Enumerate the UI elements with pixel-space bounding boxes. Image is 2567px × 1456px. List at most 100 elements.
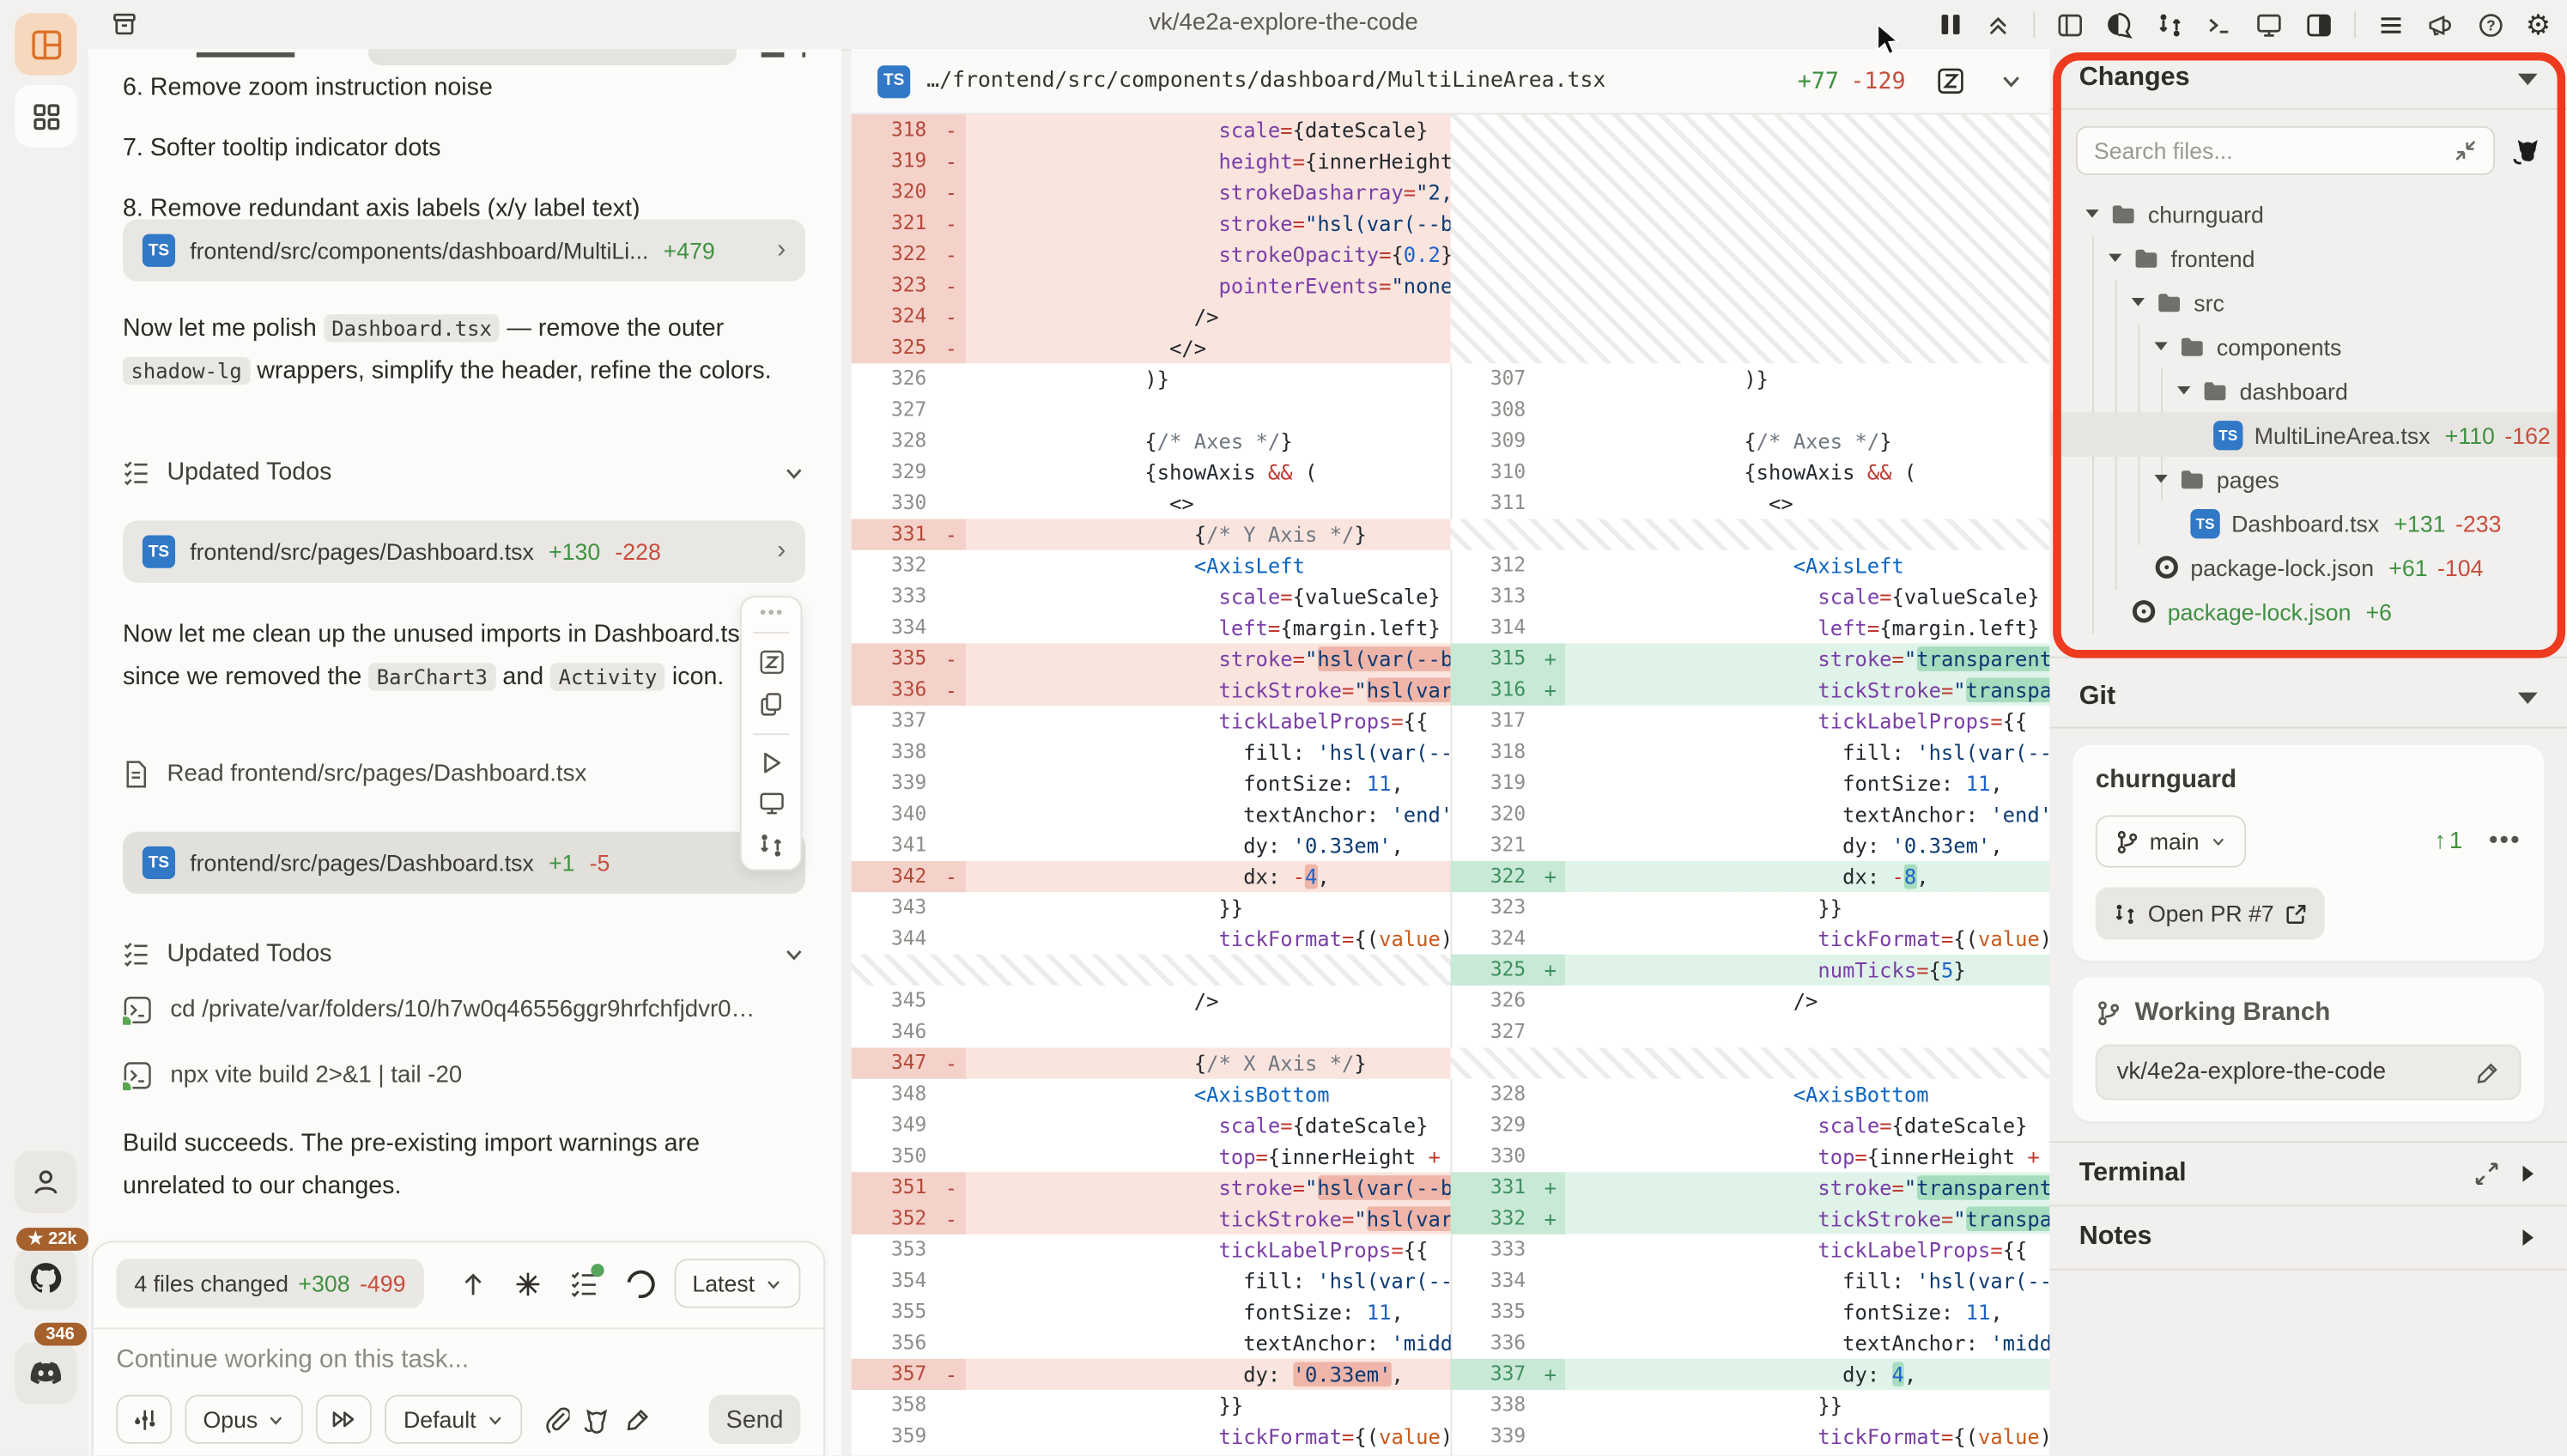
diff-line[interactable]: 335fontSize: 11,	[1451, 1296, 2050, 1327]
chevron-down-icon[interactable]	[782, 461, 805, 484]
contrast-bubble-icon[interactable]	[2105, 10, 2134, 38]
diff-line[interactable]: 357-dy: '0.33em',	[852, 1359, 1451, 1390]
diff-file-header[interactable]: TS …/frontend/src/components/dashboard/M…	[852, 49, 2050, 114]
open-pr-button[interactable]: Open PR #7	[2096, 888, 2325, 940]
monitor-icon[interactable]	[757, 791, 785, 817]
diff-line[interactable]: 329scale={dateScale}	[1451, 1110, 2050, 1141]
diff-line[interactable]: 312<AxisLeft	[1451, 550, 2050, 581]
diff-line[interactable]: 343}}	[852, 892, 1451, 923]
tree-file-package-lock.json[interactable]: package-lock.json+61-104	[2049, 545, 2567, 589]
diff-line[interactable]: 356textAnchor: 'middle',	[852, 1327, 1451, 1358]
diff-line[interactable]: 354fill: 'hsl(var(--muted-foreground))',	[852, 1265, 1451, 1296]
diff-line[interactable]: 318fill: 'hsl(var(--muted-foreground))',	[1451, 737, 2050, 767]
diff-line[interactable]: 341dy: '0.33em',	[852, 830, 1451, 861]
copy-icon[interactable]	[758, 691, 785, 719]
diff-line[interactable]: 340textAnchor: 'end',	[852, 799, 1451, 830]
terminal-icon[interactable]	[2205, 10, 2232, 38]
spark-icon[interactable]	[513, 1270, 541, 1297]
caret-down-icon[interactable]	[2132, 298, 2145, 306]
collapse-caret-icon[interactable]	[2518, 73, 2538, 84]
cat-icon[interactable]	[583, 1405, 610, 1433]
diff-line[interactable]: 348<AxisBottom	[852, 1079, 1451, 1110]
diff-view-icon[interactable]	[757, 648, 785, 676]
diff-line[interactable]: 328<AxisBottom	[1451, 1079, 2050, 1110]
diff-line[interactable]: 324-/>	[852, 301, 1451, 332]
diff-line[interactable]: 320textAnchor: 'end',	[1451, 799, 2050, 830]
diff-line[interactable]: 321-stroke="hsl(var(--border))"	[852, 208, 1451, 239]
search-files-input[interactable]: Search files...	[2076, 126, 2495, 175]
message-input[interactable]: Continue working on this task...	[116, 1345, 800, 1374]
diff-line[interactable]: 334left={margin.left}	[852, 612, 1451, 643]
diff-line[interactable]: 318-scale={dateScale}	[852, 114, 1451, 145]
diff-line[interactable]: 309{/* Axes */}	[1451, 426, 2050, 457]
tree-folder-frontend[interactable]: frontend	[2049, 236, 2567, 280]
diff-line[interactable]: 335-stroke="hsl(var(--border))"	[852, 643, 1451, 674]
diff-line[interactable]: 325-</>	[852, 332, 1451, 363]
diff-line[interactable]: 327	[1451, 1016, 2050, 1047]
tree-file-package-lock.json[interactable]: package-lock.json+6	[2049, 589, 2567, 633]
discord-button[interactable]	[15, 1343, 76, 1404]
caret-down-icon[interactable]	[2109, 254, 2121, 263]
diff-body[interactable]: 318-scale={dateScale}319-height={innerHe…	[852, 114, 2050, 1455]
diff-line[interactable]: 346	[852, 1016, 1451, 1047]
diff-line[interactable]: 315+stroke="transparent"	[1451, 643, 2050, 674]
megaphone-icon[interactable]	[2426, 10, 2455, 38]
git-compare-icon[interactable]	[758, 832, 785, 859]
updated-todos-row[interactable]: Updated Todos	[123, 940, 805, 968]
diff-line[interactable]: 326)}	[852, 363, 1451, 394]
version-dropdown[interactable]: Latest	[674, 1259, 800, 1307]
settings-sliders-button[interactable]	[116, 1395, 172, 1444]
collapse-diff-chevron-icon[interactable]	[1999, 69, 2024, 94]
diff-line[interactable]: 307)}	[1451, 363, 2050, 394]
gear-icon[interactable]: ⚙	[2526, 10, 2551, 38]
branch-dropdown[interactable]: main	[2096, 816, 2247, 868]
diff-line[interactable]: 322+dx: -8,	[1451, 861, 2050, 892]
diff-line[interactable]: 355fontSize: 11,	[852, 1296, 1451, 1327]
diff-line[interactable]: 319-height={innerHeight}	[852, 146, 1451, 177]
git-section-header[interactable]: Git	[2049, 668, 2567, 727]
diff-line[interactable]: 326/>	[1451, 986, 2050, 1016]
read-file-row[interactable]: Read frontend/src/pages/Dashboard.tsx	[123, 760, 805, 789]
terminal-command-row[interactable]: cd /private/var/folders/10/h7w0q46556ggr…	[123, 995, 805, 1024]
panel-right-filled-icon[interactable]	[2304, 10, 2332, 38]
caret-down-icon[interactable]	[2154, 475, 2167, 483]
tree-folder-churnguard[interactable]: churnguard	[2049, 191, 2567, 235]
diff-line[interactable]: 317tickLabelProps={{	[1451, 706, 2050, 737]
scroll-up-icon[interactable]	[459, 1270, 486, 1297]
attach-icon[interactable]	[545, 1405, 570, 1433]
file-change-chip-dashboard-2[interactable]: TS frontend/src/pages/Dashboard.tsx +1 -…	[123, 832, 805, 894]
collapse-caret-icon[interactable]	[2518, 692, 2538, 703]
diff-line[interactable]: 320-strokeDasharray="2,4"	[852, 177, 1451, 208]
diff-line[interactable]: 342-dx: -4,	[852, 861, 1451, 892]
diff-line[interactable]: 323}}	[1451, 892, 2050, 923]
diff-line[interactable]: 344tickFormat={(value)	[852, 923, 1451, 954]
git-compare-icon[interactable]	[2156, 10, 2183, 38]
diff-line[interactable]: 337tickLabelProps={{	[852, 706, 1451, 737]
diff-line[interactable]: 332<AxisLeft	[852, 550, 1451, 581]
more-options-icon[interactable]	[758, 607, 785, 616]
expand-icon[interactable]	[2475, 1162, 2498, 1186]
diff-line[interactable]: 353tickLabelProps={{	[852, 1235, 1451, 1265]
diff-view-toggle-icon[interactable]	[1935, 65, 1966, 96]
tree-folder-components[interactable]: components	[2049, 325, 2567, 368]
send-button[interactable]: Send	[709, 1395, 801, 1444]
monitor-icon[interactable]	[2254, 10, 2283, 38]
diff-line[interactable]: 330top={innerHeight + margin.top}	[1451, 1141, 2050, 1172]
diff-line[interactable]: 331-{/* Y Axis */}	[852, 519, 1451, 549]
diff-line[interactable]: 319fontSize: 11,	[1451, 767, 2050, 798]
layout-panels-button[interactable]	[15, 13, 76, 75]
caret-down-icon[interactable]	[2085, 209, 2098, 218]
diff-line[interactable]: 331+stroke="transparent"	[1451, 1172, 2050, 1203]
chevrons-up-icon[interactable]	[1984, 10, 2012, 38]
file-change-chip-dashboard[interactable]: TS frontend/src/pages/Dashboard.tsx +130…	[123, 520, 805, 582]
diff-line[interactable]: 352-tickStroke="hsl(var(--border))"	[852, 1204, 1451, 1235]
cat-icon[interactable]	[2511, 134, 2544, 167]
collapse-tree-icon[interactable]	[2454, 139, 2477, 162]
more-options-icon[interactable]: •••	[2489, 827, 2521, 856]
diff-line[interactable]: 332+tickStroke="transparent"	[1451, 1204, 2050, 1235]
chevron-down-icon[interactable]	[782, 942, 805, 965]
github-button[interactable]	[15, 1247, 76, 1309]
tree-folder-pages[interactable]: pages	[2049, 457, 2567, 500]
diff-line[interactable]: 334fill: 'hsl(var(--muted-foreground))',	[1451, 1265, 2050, 1296]
tree-folder-dashboard[interactable]: dashboard	[2049, 368, 2567, 412]
